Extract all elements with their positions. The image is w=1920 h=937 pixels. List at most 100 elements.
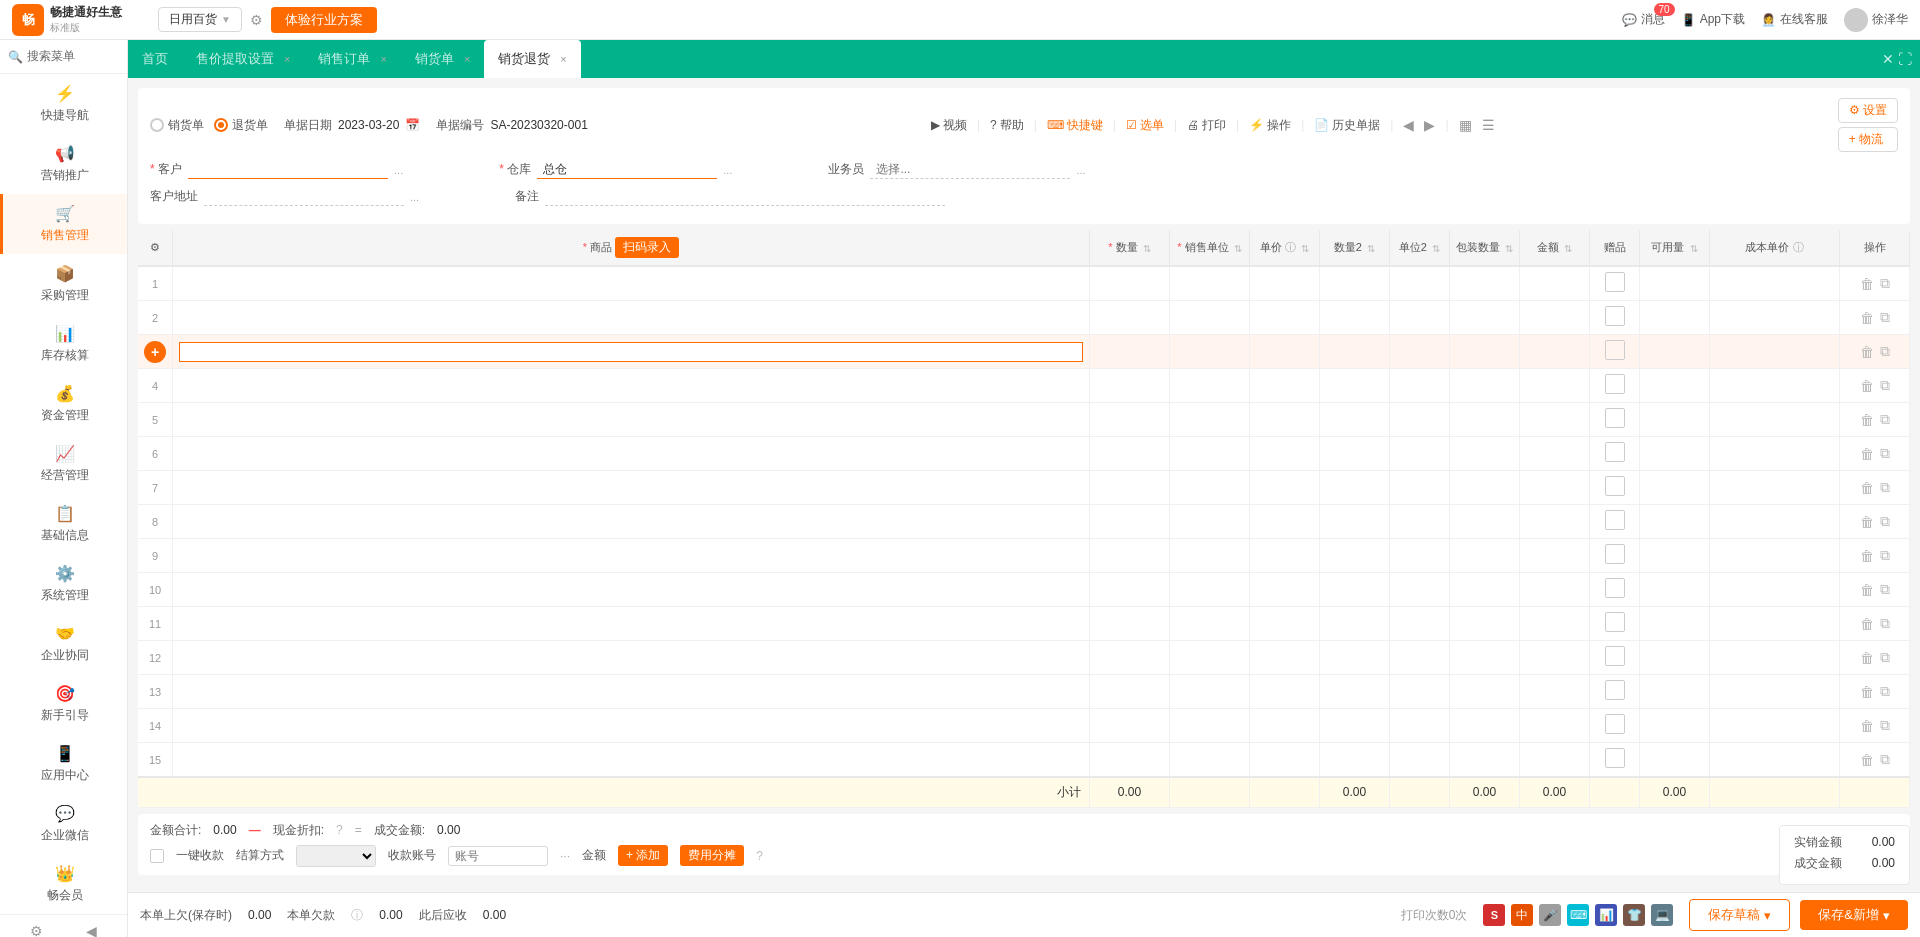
- amount-cell[interactable]: [1520, 301, 1590, 335]
- amount-cell[interactable]: [1520, 573, 1590, 607]
- qty2-cell[interactable]: [1319, 403, 1389, 437]
- nav-next-button[interactable]: ▶: [1424, 117, 1435, 133]
- gift-checkbox[interactable]: [1605, 612, 1625, 632]
- product-cell[interactable]: [173, 607, 1090, 641]
- copy-row-icon[interactable]: ⧉: [1880, 547, 1890, 564]
- address-more-icon[interactable]: ...: [410, 191, 419, 203]
- qty2-cell[interactable]: [1319, 301, 1389, 335]
- unit2-cell[interactable]: [1389, 403, 1449, 437]
- copy-row-icon[interactable]: ⧉: [1880, 683, 1890, 700]
- add-payment-button[interactable]: + 添加: [618, 845, 668, 866]
- account-more-icon[interactable]: ···: [560, 849, 570, 863]
- amount-cell[interactable]: [1520, 369, 1590, 403]
- qty2-cell[interactable]: [1319, 335, 1389, 369]
- radio-delivery[interactable]: 销货单: [150, 117, 204, 134]
- unit-cell[interactable]: [1169, 301, 1249, 335]
- copy-row-icon[interactable]: ⧉: [1880, 275, 1890, 292]
- available-cell[interactable]: [1640, 301, 1710, 335]
- select-action-btn[interactable]: ☑ 选单: [1126, 117, 1164, 134]
- delete-row-icon[interactable]: 🗑: [1860, 752, 1874, 768]
- qty2-cell[interactable]: [1319, 675, 1389, 709]
- cost-price-cell[interactable]: [1710, 301, 1840, 335]
- taskbar-icon-7[interactable]: 💻: [1651, 904, 1673, 926]
- available-cell[interactable]: [1640, 403, 1710, 437]
- gift-cell[interactable]: [1590, 641, 1640, 675]
- unit2-cell[interactable]: [1389, 573, 1449, 607]
- settlement-method-select[interactable]: [296, 845, 376, 867]
- delete-row-icon[interactable]: 🗑: [1860, 684, 1874, 700]
- gift-cell[interactable]: [1590, 301, 1640, 335]
- available-cell[interactable]: [1640, 573, 1710, 607]
- tab-sales-delivery[interactable]: 销货单 ×: [401, 40, 484, 78]
- qty2-cell[interactable]: [1319, 743, 1389, 778]
- account-input[interactable]: [448, 846, 548, 866]
- header-settings-icon[interactable]: ⚙: [250, 12, 263, 28]
- trial-plan-button[interactable]: 体验行业方案: [271, 7, 377, 33]
- delete-row-icon[interactable]: 🗑: [1860, 548, 1874, 564]
- sidebar-item-sales-mgmt[interactable]: 🛒 销售管理: [0, 194, 127, 254]
- qty2-cell[interactable]: [1319, 471, 1389, 505]
- taskbar-icon-6[interactable]: 👕: [1623, 904, 1645, 926]
- gift-cell[interactable]: [1590, 266, 1640, 301]
- cost-price-cell[interactable]: [1710, 573, 1840, 607]
- shortcuts-action-btn[interactable]: ⌨ 快捷键: [1047, 117, 1103, 134]
- available-cell[interactable]: [1640, 607, 1710, 641]
- fee-split-button[interactable]: 费用分摊: [680, 845, 744, 866]
- radio-return[interactable]: 退货单: [214, 117, 268, 134]
- price-sort-icon[interactable]: ⇅: [1301, 243, 1309, 254]
- unit-cell[interactable]: [1169, 403, 1249, 437]
- product-cell[interactable]: [173, 641, 1090, 675]
- pack-qty-cell[interactable]: [1449, 607, 1519, 641]
- sidebar-settings-icon[interactable]: ⚙: [30, 923, 43, 937]
- unit-cell[interactable]: [1169, 743, 1249, 778]
- unit2-cell[interactable]: [1389, 301, 1449, 335]
- print-action-btn[interactable]: 🖨 打印: [1187, 117, 1226, 134]
- staff-input[interactable]: [870, 160, 1070, 179]
- gift-checkbox[interactable]: [1605, 714, 1625, 734]
- gift-checkbox[interactable]: [1605, 510, 1625, 530]
- copy-row-icon[interactable]: ⧉: [1880, 581, 1890, 598]
- available-cell[interactable]: [1640, 675, 1710, 709]
- gift-checkbox[interactable]: [1605, 544, 1625, 564]
- tab-close-sales-return[interactable]: ×: [560, 53, 566, 65]
- cost-price-cell[interactable]: [1710, 471, 1840, 505]
- qty-cell[interactable]: [1089, 573, 1169, 607]
- price-cell[interactable]: [1249, 675, 1319, 709]
- delete-row-icon[interactable]: 🗑: [1860, 446, 1874, 462]
- sidebar-item-finance[interactable]: 💰 资金管理: [0, 374, 127, 434]
- price-cell[interactable]: [1249, 607, 1319, 641]
- unit2-cell[interactable]: [1389, 335, 1449, 369]
- available-cell[interactable]: [1640, 369, 1710, 403]
- unit2-sort-icon[interactable]: ⇅: [1432, 243, 1440, 254]
- price-cell[interactable]: [1249, 266, 1319, 301]
- pack-qty-cell[interactable]: [1449, 505, 1519, 539]
- cost-price-cell[interactable]: [1710, 335, 1840, 369]
- fee-split-help-icon[interactable]: ?: [756, 849, 763, 863]
- copy-row-icon[interactable]: ⧉: [1880, 717, 1890, 734]
- video-action-btn[interactable]: ▶ 视频: [931, 117, 967, 134]
- delete-row-icon[interactable]: 🗑: [1860, 514, 1874, 530]
- nav-prev-button[interactable]: ◀: [1403, 117, 1414, 133]
- view-list-button[interactable]: ☰: [1482, 117, 1495, 133]
- pack-qty-cell[interactable]: [1449, 403, 1519, 437]
- qty-cell[interactable]: [1089, 709, 1169, 743]
- gift-cell[interactable]: [1590, 675, 1640, 709]
- pack-qty-cell[interactable]: [1449, 573, 1519, 607]
- qty2-cell[interactable]: [1319, 539, 1389, 573]
- qty-cell[interactable]: [1089, 437, 1169, 471]
- gift-cell[interactable]: [1590, 437, 1640, 471]
- product-cell[interactable]: [173, 539, 1090, 573]
- qty2-cell[interactable]: [1319, 641, 1389, 675]
- available-cell[interactable]: [1640, 641, 1710, 675]
- gift-cell[interactable]: [1590, 607, 1640, 641]
- qty-cell[interactable]: [1089, 471, 1169, 505]
- daily-category-button[interactable]: 日用百货 ▼: [158, 7, 242, 32]
- pack-qty-cell[interactable]: [1449, 471, 1519, 505]
- delete-row-icon[interactable]: 🗑: [1860, 480, 1874, 496]
- product-cell[interactable]: [173, 266, 1090, 301]
- add-logistics-button[interactable]: + 物流: [1838, 127, 1898, 152]
- available-sort-icon[interactable]: ⇅: [1690, 243, 1698, 254]
- user-profile-button[interactable]: 徐泽华: [1844, 8, 1908, 32]
- cost-info-icon[interactable]: ⓘ: [1793, 241, 1804, 253]
- tab-close-sales-order[interactable]: ×: [380, 53, 386, 65]
